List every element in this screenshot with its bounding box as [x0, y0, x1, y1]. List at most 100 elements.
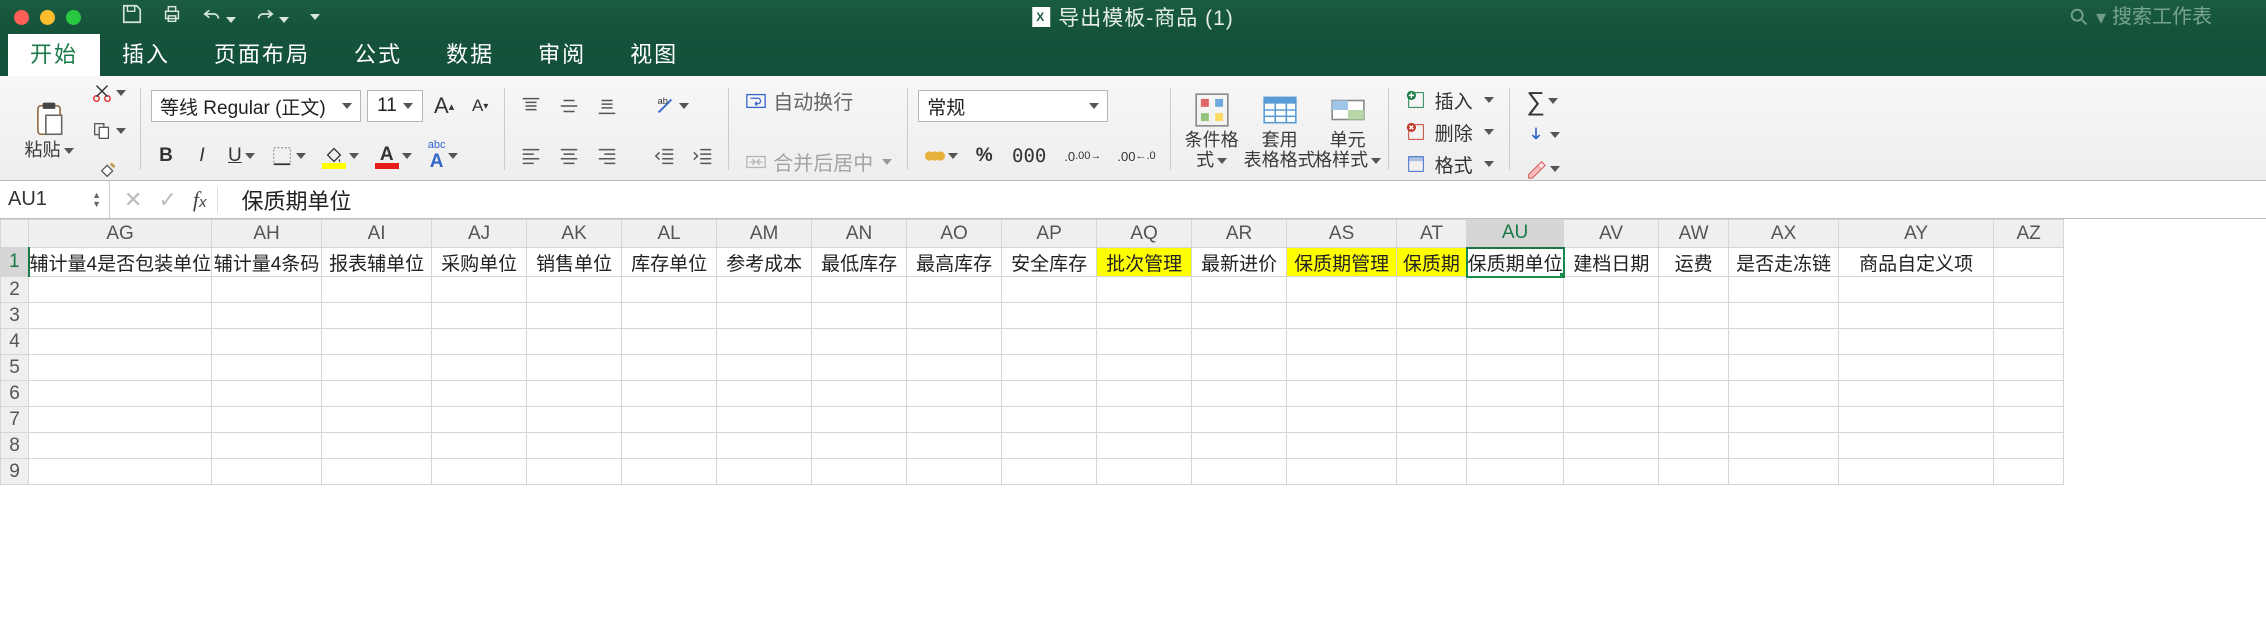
tab-data[interactable]: 数据 [424, 30, 516, 76]
row-header-4[interactable]: 4 [1, 329, 29, 355]
row-header-9[interactable]: 9 [1, 459, 29, 485]
cell-AW3[interactable] [1659, 303, 1729, 329]
column-header-AG[interactable]: AG [29, 220, 212, 248]
copy-button[interactable] [86, 116, 131, 146]
cell-AV1[interactable]: 建档日期 [1564, 248, 1659, 277]
cell-AS7[interactable] [1287, 407, 1397, 433]
cell-AX5[interactable] [1729, 355, 1839, 381]
font-name-combo[interactable]: 等线 Regular (正文) [151, 90, 361, 122]
select-all-corner[interactable] [1, 220, 29, 248]
cell-AY5[interactable] [1839, 355, 1994, 381]
cell-AX8[interactable] [1729, 433, 1839, 459]
percent-button[interactable]: % [969, 141, 999, 171]
font-size-combo[interactable]: 11 [367, 90, 423, 122]
conditional-format-button[interactable]: 条件格式 [1181, 86, 1243, 176]
cell-AL2[interactable] [622, 277, 717, 303]
cell-AO7[interactable] [907, 407, 1002, 433]
borders-button[interactable] [266, 141, 311, 171]
cell-AM2[interactable] [717, 277, 812, 303]
cell-AG8[interactable] [29, 433, 212, 459]
cell-AR6[interactable] [1192, 381, 1287, 407]
cell-AY2[interactable] [1839, 277, 1994, 303]
cell-AP9[interactable] [1002, 459, 1097, 485]
fill-color-button[interactable] [317, 141, 364, 171]
cell-AL9[interactable] [622, 459, 717, 485]
cell-AW7[interactable] [1659, 407, 1729, 433]
cell-AK4[interactable] [527, 329, 622, 355]
column-header-AR[interactable]: AR [1192, 220, 1287, 248]
cell-AH8[interactable] [212, 433, 322, 459]
cell-AJ4[interactable] [432, 329, 527, 355]
align-bottom-button[interactable] [591, 91, 623, 121]
cell-AU6[interactable] [1467, 381, 1564, 407]
tab-home[interactable]: 开始 [8, 30, 100, 76]
cell-AO4[interactable] [907, 329, 1002, 355]
cell-AS4[interactable] [1287, 329, 1397, 355]
cancel-formula-button[interactable]: ✕ [124, 187, 142, 213]
cell-AH1[interactable]: 辅计量4条码 [212, 248, 322, 277]
tab-formulas[interactable]: 公式 [332, 30, 424, 76]
save-icon[interactable] [121, 3, 143, 31]
cell-AU8[interactable] [1467, 433, 1564, 459]
cell-AG3[interactable] [29, 303, 212, 329]
cell-AO9[interactable] [907, 459, 1002, 485]
underline-button[interactable]: U [223, 141, 260, 171]
cell-AY4[interactable] [1839, 329, 1994, 355]
cell-AM5[interactable] [717, 355, 812, 381]
cell-AY1[interactable]: 商品自定义项 [1839, 248, 1994, 277]
name-box-stepper[interactable]: ▲▼ [92, 191, 101, 209]
cell-AO3[interactable] [907, 303, 1002, 329]
cell-AZ5[interactable] [1994, 355, 2064, 381]
cell-AX3[interactable] [1729, 303, 1839, 329]
cell-AQ2[interactable] [1097, 277, 1192, 303]
cell-AW6[interactable] [1659, 381, 1729, 407]
cell-AP8[interactable] [1002, 433, 1097, 459]
cell-AH5[interactable] [212, 355, 322, 381]
cell-AI7[interactable] [322, 407, 432, 433]
italic-button[interactable]: I [187, 141, 217, 171]
cell-AM1[interactable]: 参考成本 [717, 248, 812, 277]
cell-AG1[interactable]: 辅计量4是否包装单位 [29, 248, 212, 277]
cell-AQ8[interactable] [1097, 433, 1192, 459]
cell-AQ1[interactable]: 批次管理 [1097, 248, 1192, 277]
cell-AJ2[interactable] [432, 277, 527, 303]
cell-AR9[interactable] [1192, 459, 1287, 485]
cell-AV5[interactable] [1564, 355, 1659, 381]
cell-AX6[interactable] [1729, 381, 1839, 407]
column-header-AP[interactable]: AP [1002, 220, 1097, 248]
cell-AY7[interactable] [1839, 407, 1994, 433]
column-header-AY[interactable]: AY [1839, 220, 1994, 248]
cell-AI9[interactable] [322, 459, 432, 485]
align-top-button[interactable] [515, 91, 547, 121]
cell-AX7[interactable] [1729, 407, 1839, 433]
cell-AI1[interactable]: 报表辅单位 [322, 248, 432, 277]
cell-AT2[interactable] [1397, 277, 1467, 303]
row-header-3[interactable]: 3 [1, 303, 29, 329]
cell-AZ3[interactable] [1994, 303, 2064, 329]
increase-indent-button[interactable] [687, 141, 719, 171]
cell-AH9[interactable] [212, 459, 322, 485]
column-header-AM[interactable]: AM [717, 220, 812, 248]
paste-button[interactable]: 粘贴 [18, 86, 80, 176]
cell-AP1[interactable]: 安全库存 [1002, 248, 1097, 277]
column-header-AQ[interactable]: AQ [1097, 220, 1192, 248]
cell-AG2[interactable] [29, 277, 212, 303]
autosum-button[interactable]: ∑ [1520, 86, 1565, 116]
cell-AH7[interactable] [212, 407, 322, 433]
comma-button[interactable]: 000 [1005, 141, 1053, 171]
column-header-AV[interactable]: AV [1564, 220, 1659, 248]
increase-decimal-button[interactable]: .0.00→ [1059, 141, 1106, 171]
fx-button[interactable]: fx [193, 187, 218, 213]
spreadsheet-grid[interactable]: AGAHAIAJAKALAMANAOAPAQARASATAUAVAWAXAYAZ… [0, 219, 2266, 485]
cell-AT7[interactable] [1397, 407, 1467, 433]
cell-AR7[interactable] [1192, 407, 1287, 433]
cell-AL7[interactable] [622, 407, 717, 433]
cell-AU5[interactable] [1467, 355, 1564, 381]
column-header-AZ[interactable]: AZ [1994, 220, 2064, 248]
cell-AN6[interactable] [812, 381, 907, 407]
cell-AU7[interactable] [1467, 407, 1564, 433]
cell-AN4[interactable] [812, 329, 907, 355]
search-box[interactable]: ▾ [2068, 5, 2252, 30]
fill-button[interactable] [1520, 120, 1565, 150]
cell-AQ5[interactable] [1097, 355, 1192, 381]
